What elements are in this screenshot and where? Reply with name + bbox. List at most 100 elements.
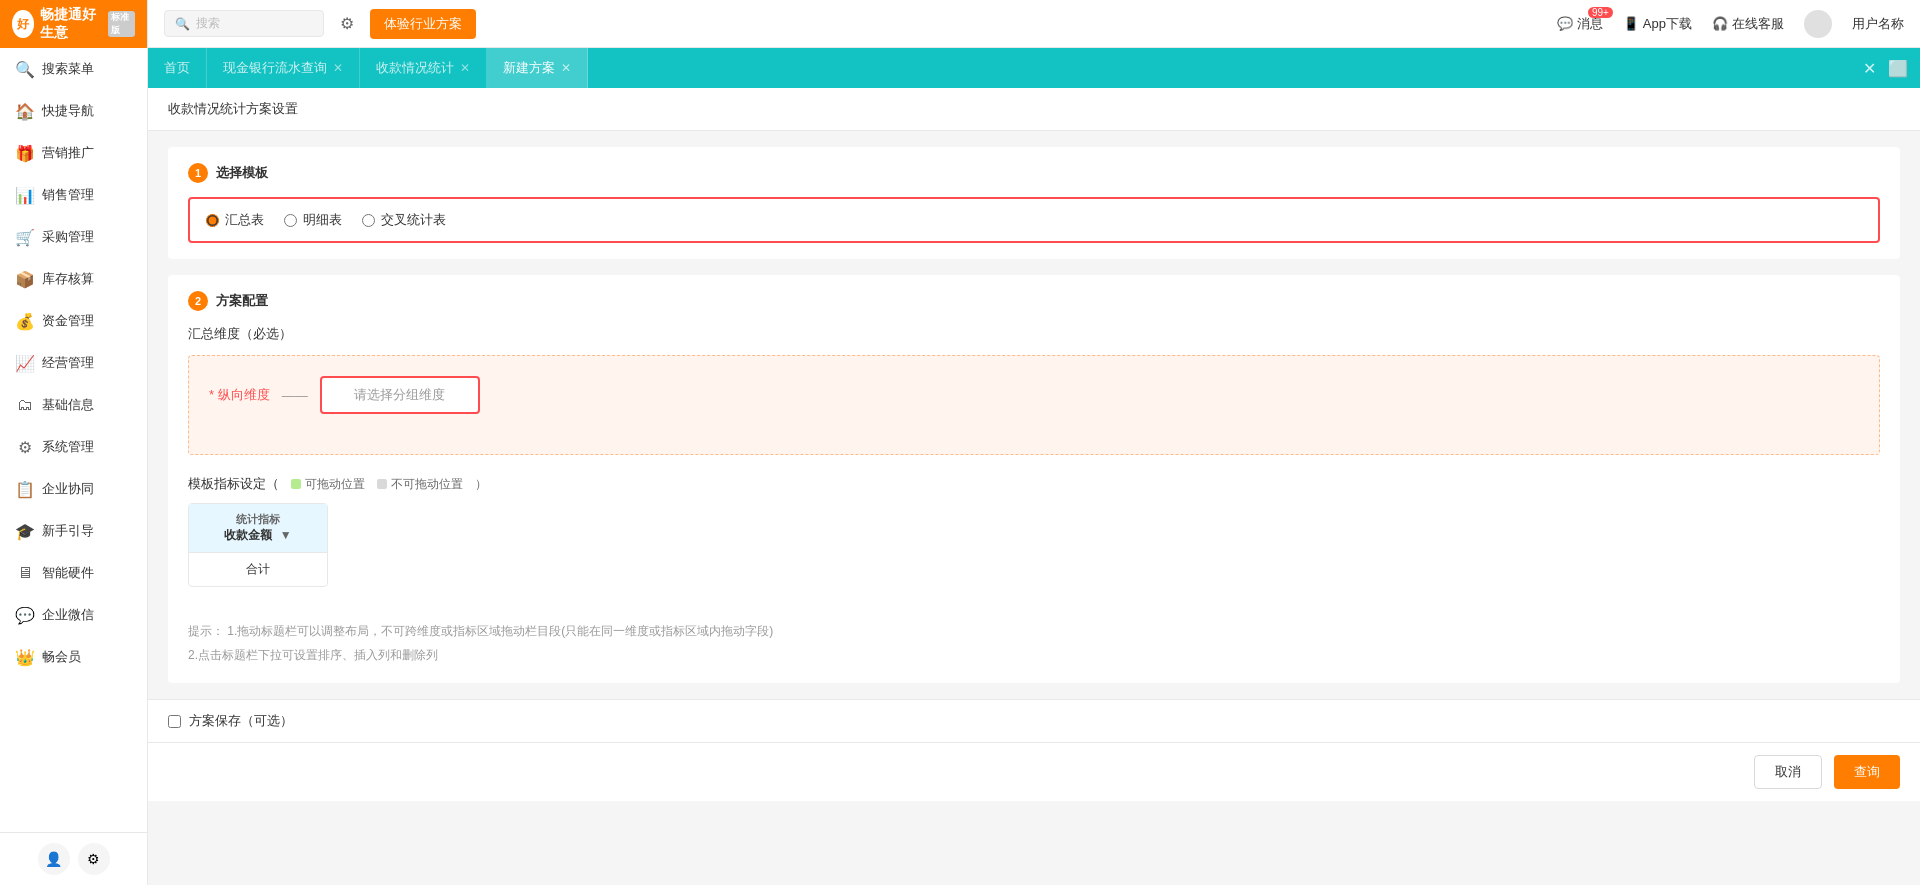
metrics-legend: 可拖动位置 不可拖动位置 ）	[291, 476, 487, 493]
sidebar-item-inventory[interactable]: 📦 库存核算	[0, 258, 147, 300]
sidebar-item-operations[interactable]: 📈 经营管理	[0, 342, 147, 384]
fixed-label: 不可拖动位置	[391, 476, 463, 493]
sidebar-user-icon[interactable]: 👤	[38, 843, 70, 875]
tip-line-2: 2.点击标题栏下拉可设置排序、插入列和删除列	[188, 643, 1880, 667]
sidebar-item-label: 畅会员	[42, 648, 81, 666]
cancel-button[interactable]: 取消	[1754, 755, 1822, 789]
sidebar-item-capital[interactable]: 💰 资金管理	[0, 300, 147, 342]
settings-icon[interactable]: ⚙	[340, 14, 354, 33]
step2-title: 方案配置	[216, 292, 268, 310]
tip-line-1: 提示： 1.拖动标题栏可以调整布局，不可跨维度或指标区域拖动栏目段(只能在同一维…	[188, 619, 1880, 643]
logo-text: 畅捷通好生意	[40, 6, 105, 42]
tab-new-plan-close[interactable]: ✕	[561, 61, 571, 75]
sidebar-item-member[interactable]: 👑 畅会员	[0, 636, 147, 678]
template-selection: 汇总表 明细表 交叉统计表	[188, 197, 1880, 243]
radio-detail-input[interactable]	[284, 214, 297, 227]
movable-label: 可拖动位置	[305, 476, 365, 493]
main-area: 🔍 搜索 ⚙ 体验行业方案 💬 消息 99+ 📱 App下载 🎧 在线客服 用户…	[148, 0, 1920, 885]
fixed-dot	[377, 479, 387, 489]
radio-detail[interactable]: 明细表	[284, 211, 342, 229]
service-label: 在线客服	[1732, 15, 1784, 33]
sidebar-item-enterprise[interactable]: 📋 企业协同	[0, 468, 147, 510]
sidebar-item-label: 经营管理	[42, 354, 94, 372]
sidebar-item-purchase[interactable]: 🛒 采购管理	[0, 216, 147, 258]
header: 🔍 搜索 ⚙ 体验行业方案 💬 消息 99+ 📱 App下载 🎧 在线客服 用户…	[148, 0, 1920, 48]
dimension-arrow-icon: ——	[282, 388, 308, 403]
hardware-icon: 🖥	[16, 564, 34, 582]
tab-receipt-stats[interactable]: 收款情况统计 ✕	[360, 48, 487, 88]
radio-detail-label: 明细表	[303, 211, 342, 229]
tab-bar: 首页 现金银行流水查询 ✕ 收款情况统计 ✕ 新建方案 ✕ ✕ ⬜	[148, 48, 1920, 88]
step1-number: 1	[188, 163, 208, 183]
sidebar-settings-icon[interactable]: ⚙	[78, 843, 110, 875]
service-button[interactable]: 🎧 在线客服	[1712, 15, 1784, 33]
gift-icon: 🎁	[16, 144, 34, 162]
sidebar-item-quick-nav[interactable]: 🏠 快捷导航	[0, 90, 147, 132]
sidebar-item-search-menu[interactable]: 🔍 搜索菜单	[0, 48, 147, 90]
sidebar-item-label: 采购管理	[42, 228, 94, 246]
tips-section: 提示： 1.拖动标题栏可以调整布局，不可跨维度或指标区域拖动栏目段(只能在同一维…	[188, 619, 1880, 667]
vertical-dimension-label: * 纵向维度	[209, 386, 270, 404]
metrics-table: 统计指标 收款金额 ▼ 合计	[188, 503, 328, 587]
tab-new-plan-label: 新建方案	[503, 59, 555, 77]
sidebar-item-basic-info[interactable]: 🗂 基础信息	[0, 384, 147, 426]
gear-icon: ⚙	[16, 438, 34, 456]
crown-icon: 👑	[16, 648, 34, 666]
movable-dot	[291, 479, 301, 489]
dimension-title: 汇总维度（必选）	[188, 325, 1880, 343]
sidebar-item-wechat[interactable]: 💬 企业微信	[0, 594, 147, 636]
sidebar-item-label: 库存核算	[42, 270, 94, 288]
tab-home[interactable]: 首页	[148, 48, 207, 88]
dimension-placeholder[interactable]: 请选择分组维度	[320, 376, 480, 414]
tab-new-plan[interactable]: 新建方案 ✕	[487, 48, 588, 88]
money-icon: 💰	[16, 312, 34, 330]
radio-summary[interactable]: 汇总表	[206, 211, 264, 229]
save-section: 方案保存（可选）	[148, 699, 1920, 742]
message-button[interactable]: 💬 消息 99+	[1557, 15, 1603, 33]
tab-close-icon[interactable]: ✕	[1863, 59, 1876, 78]
template-radio-group: 汇总表 明细表 交叉统计表	[206, 211, 446, 229]
sidebar-item-label: 基础信息	[42, 396, 94, 414]
trial-button[interactable]: 体验行业方案	[370, 9, 476, 39]
tab-bank-flow[interactable]: 现金银行流水查询 ✕	[207, 48, 360, 88]
sidebar-item-system[interactable]: ⚙ 系统管理	[0, 426, 147, 468]
sidebar-item-label: 企业协同	[42, 480, 94, 498]
metrics-column-label[interactable]: 收款金额	[224, 528, 272, 542]
chat-icon: 💬	[16, 606, 34, 624]
step1-header: 1 选择模板	[188, 163, 1880, 183]
radio-summary-input[interactable]	[206, 214, 219, 227]
tab-receipt-stats-close[interactable]: ✕	[460, 61, 470, 75]
content-breadcrumb: 收款情况统计方案设置	[148, 88, 1920, 131]
query-button[interactable]: 查询	[1834, 755, 1900, 789]
sidebar-item-sales[interactable]: 📊 销售管理	[0, 174, 147, 216]
metrics-table-header: 统计指标 收款金额 ▼	[189, 504, 327, 553]
footer-actions: 取消 查询	[148, 742, 1920, 801]
logo-icon: 好	[12, 10, 34, 38]
service-icon: 🎧	[1712, 16, 1728, 31]
sidebar-item-marketing[interactable]: 🎁 营销推广	[0, 132, 147, 174]
radio-cross-input[interactable]	[362, 214, 375, 227]
tab-bank-flow-close[interactable]: ✕	[333, 61, 343, 75]
search-placeholder-text: 搜索	[196, 15, 220, 32]
tab-bar-actions: ✕ ⬜	[1851, 48, 1920, 88]
step1-title: 选择模板	[216, 164, 268, 182]
guide-icon: 🎓	[16, 522, 34, 540]
step1-section: 1 选择模板 汇总表 明细表	[168, 147, 1900, 259]
sidebar-item-hardware[interactable]: 🖥 智能硬件	[0, 552, 147, 594]
tab-expand-icon[interactable]: ⬜	[1888, 59, 1908, 78]
avatar[interactable]	[1804, 10, 1832, 38]
save-checkbox[interactable]	[168, 715, 181, 728]
sidebar-item-label: 系统管理	[42, 438, 94, 456]
chart-icon: 📈	[16, 354, 34, 372]
header-search-box[interactable]: 🔍 搜索	[164, 10, 324, 37]
metrics-table-row: 合计	[189, 553, 327, 586]
sidebar-item-label: 智能硬件	[42, 564, 94, 582]
download-button[interactable]: 📱 App下载	[1623, 15, 1692, 33]
content-body: 1 选择模板 汇总表 明细表	[148, 131, 1920, 699]
sidebar-item-guide[interactable]: 🎓 新手引导	[0, 510, 147, 552]
radio-cross[interactable]: 交叉统计表	[362, 211, 446, 229]
sidebar-item-label: 销售管理	[42, 186, 94, 204]
cart-icon: 🛒	[16, 228, 34, 246]
content-area: 收款情况统计方案设置 1 选择模板 汇总表	[148, 88, 1920, 885]
metrics-dropdown-arrow[interactable]: ▼	[280, 528, 292, 542]
